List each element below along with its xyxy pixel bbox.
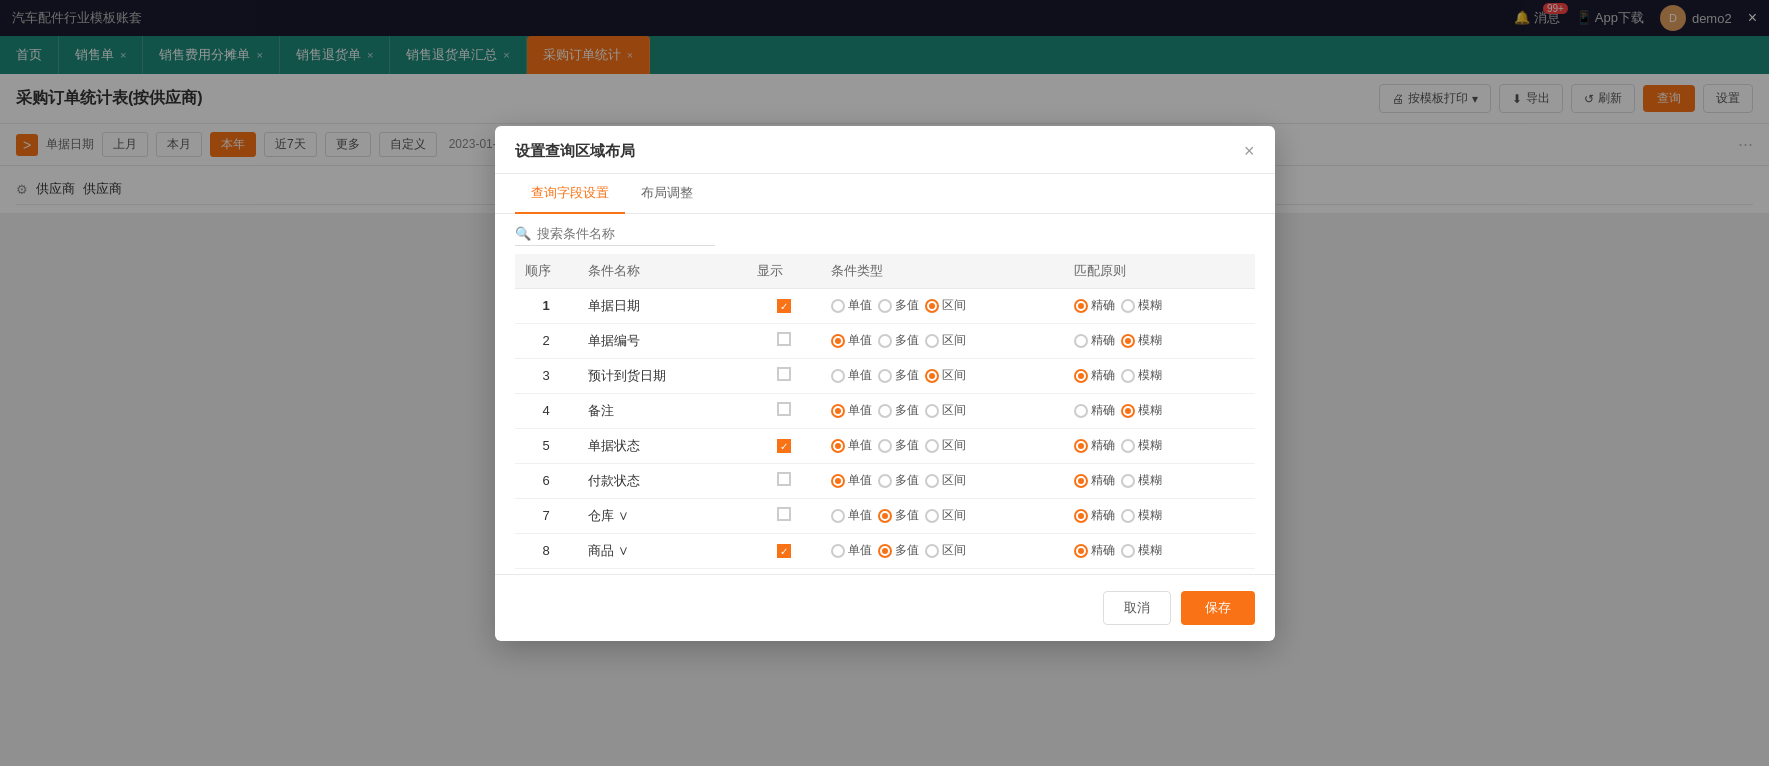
dialog: 设置查询区域布局 × 查询字段设置 布局调整 🔍 顺序 <box>495 126 1275 214</box>
tab-query-fields[interactable]: 查询字段设置 <box>515 174 625 214</box>
dialog-close-button[interactable]: × <box>1244 142 1255 160</box>
dialog-header: 设置查询区域布局 × <box>495 126 1275 174</box>
dialog-tabs: 查询字段设置 布局调整 <box>495 174 1275 214</box>
modal-overlay: 设置查询区域布局 × 查询字段设置 布局调整 🔍 顺序 <box>0 0 1769 213</box>
tab-layout-adjust[interactable]: 布局调整 <box>625 174 709 214</box>
dialog-title: 设置查询区域布局 <box>515 142 635 161</box>
